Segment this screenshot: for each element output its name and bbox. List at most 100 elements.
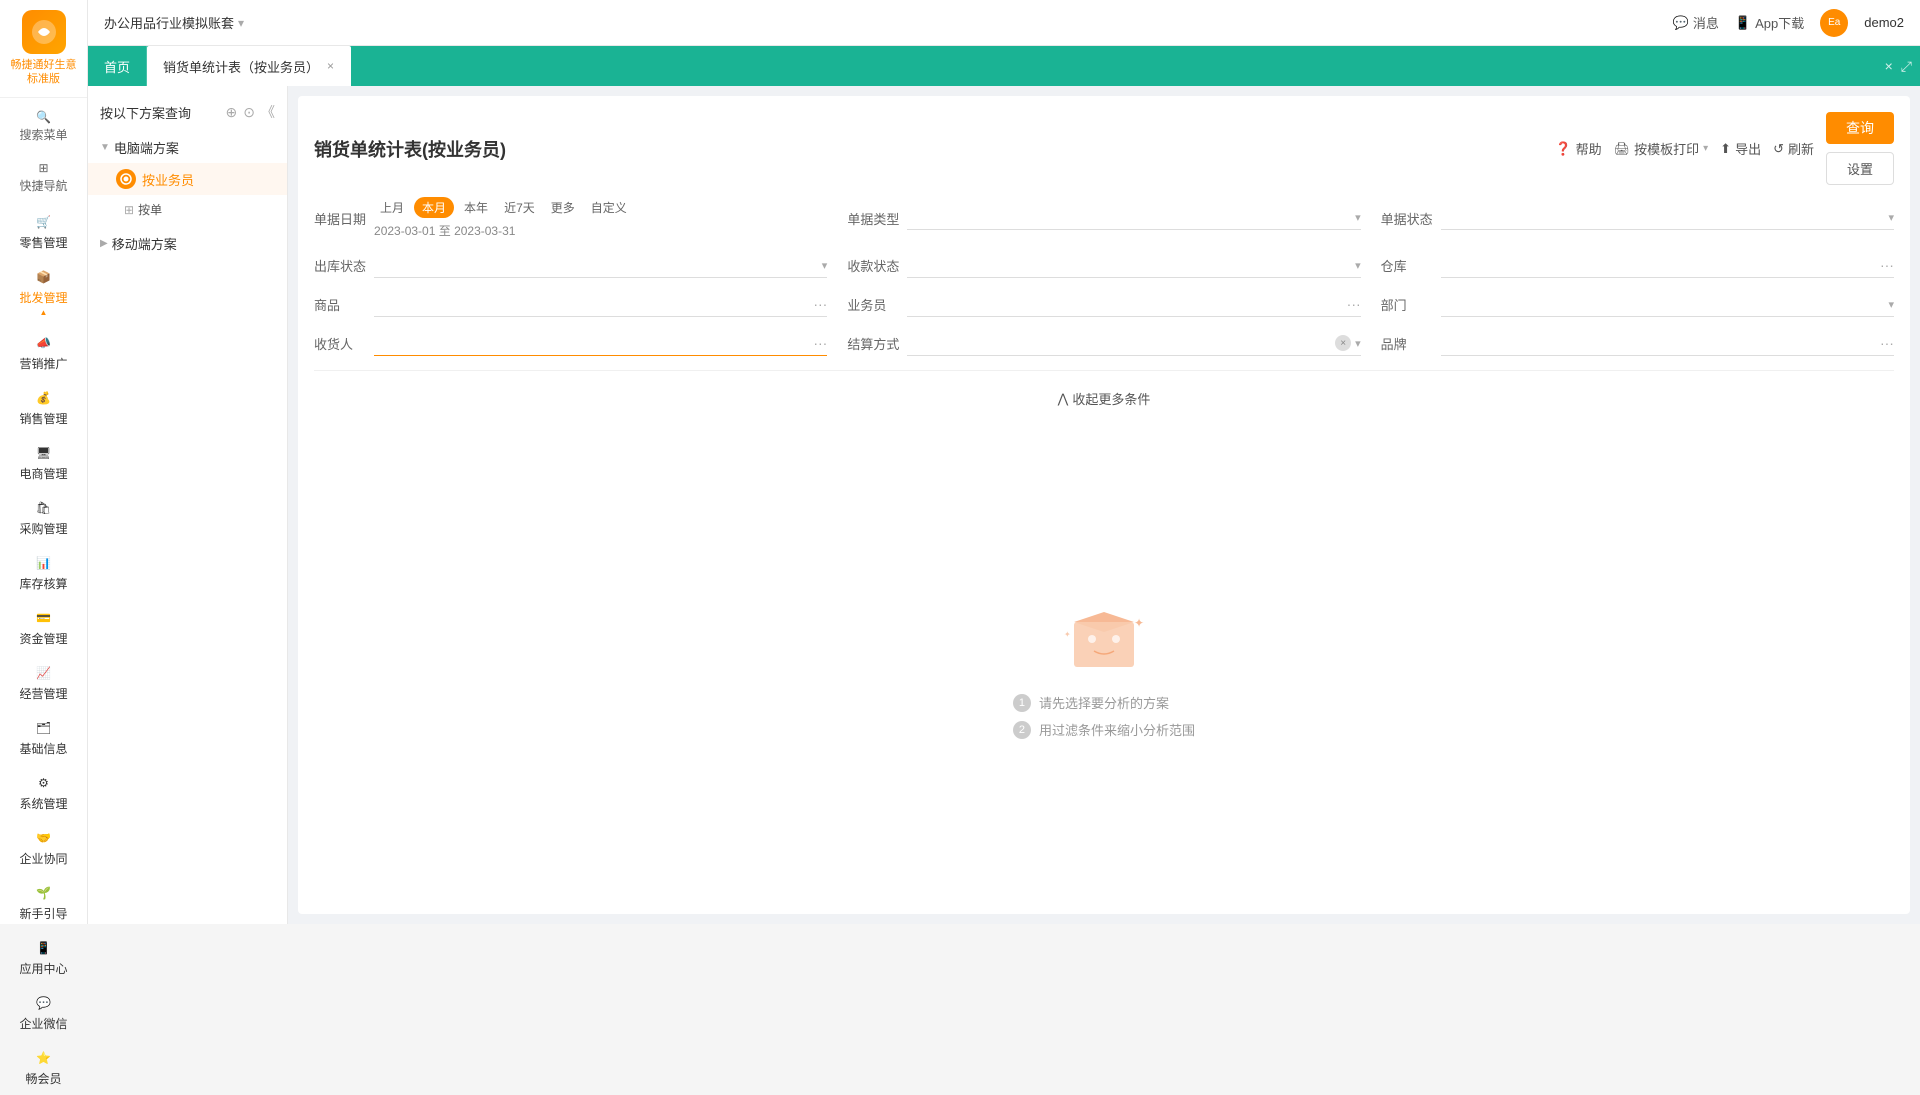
add-scheme-button[interactable]: ⊕ (226, 104, 238, 121)
download-icon: 📱 (1735, 15, 1751, 31)
type-input[interactable] (907, 210, 1351, 225)
salesperson-input-wrap[interactable]: ··· (907, 292, 1360, 317)
tab-sales-stats[interactable]: 销货单统计表（按业务员） × (147, 46, 351, 86)
help-button[interactable]: ❓ 帮助 (1555, 139, 1601, 158)
brand-dots[interactable]: ··· (1880, 335, 1894, 351)
out-label: 出库状态 (314, 256, 366, 275)
receipt-dropdown-icon: ▾ (1355, 259, 1361, 272)
user-avatar[interactable]: Ea (1820, 9, 1848, 37)
app-download-button[interactable]: 📱 App下载 (1735, 13, 1804, 32)
expand-tab-button[interactable]: ⤢ (1901, 58, 1912, 75)
sidebar-item-inventory[interactable]: 📊 库存核算 (0, 545, 87, 600)
sidebar-item-wechat[interactable]: 💬 企业微信 (0, 985, 87, 1040)
settlement-clear-button[interactable]: × (1335, 335, 1351, 351)
tab-close-button[interactable]: × (327, 59, 334, 73)
out-dropdown[interactable]: ▾ (374, 254, 827, 278)
status-dropdown[interactable]: ▾ (1441, 206, 1894, 230)
topbar-right: 💬 消息 📱 App下载 Ea demo2 (1673, 9, 1904, 37)
query-button[interactable]: 查询 (1826, 112, 1894, 144)
sidebar-item-vip[interactable]: ⭐ 畅会员 (0, 1040, 87, 1095)
settings-button[interactable]: 设置 (1826, 152, 1894, 185)
out-input[interactable] (374, 258, 818, 273)
sidebar-item-company[interactable]: 🤝 企业协同 (0, 820, 87, 875)
close-all-tabs-button[interactable]: × (1885, 58, 1893, 74)
collapse-bar[interactable]: ⋀ 收起更多条件 (314, 379, 1894, 418)
warehouse-input-wrap[interactable]: ··· (1441, 253, 1894, 278)
inventory-icon: 📊 (34, 553, 54, 573)
date-tab-custom[interactable]: 自定义 (585, 197, 633, 218)
settlement-input[interactable] (907, 336, 1331, 351)
goods-input-wrap[interactable]: ··· (374, 292, 827, 317)
username-label[interactable]: demo2 (1864, 15, 1904, 30)
brand-input-wrap[interactable]: ··· (1441, 331, 1894, 356)
sidebar-item-marketing[interactable]: 📣 营销推广 (0, 325, 87, 380)
search-icon: 🔍 (36, 110, 51, 124)
status-input[interactable] (1441, 210, 1885, 225)
sidebar: 畅捷通好生意 标准版 🔍 搜索菜单 ⊞ 快捷导航 🛒 零售管理 📦 批发管理 ▲… (0, 0, 88, 924)
refresh-button[interactable]: ↺ 刷新 (1773, 139, 1814, 158)
consignee-dots[interactable]: ··· (813, 335, 827, 351)
search-menu-button[interactable]: 🔍 搜索菜单 (6, 106, 81, 147)
settlement-dropdown[interactable]: × ▾ (907, 331, 1360, 356)
tree-parent-pc[interactable]: ▼ 电脑端方案 (88, 132, 287, 163)
receipt-input[interactable] (907, 258, 1351, 273)
page-actions: ❓ 帮助 🖨 按模板打印 ▾ ⬆ 导出 ↺ 刷新 (1555, 112, 1894, 185)
tree-child-by-salesperson[interactable]: 按业务员 (88, 163, 287, 195)
receipt-dropdown[interactable]: ▾ (907, 254, 1360, 278)
dept-dropdown[interactable]: ▾ (1441, 293, 1894, 317)
sidebar-item-newbie[interactable]: 🌱 新手引导 (0, 875, 87, 930)
warehouse-input[interactable] (1441, 258, 1876, 273)
topbar-title-dropdown[interactable]: 办公用品行业模拟账套 ▾ (104, 13, 244, 32)
tree-sub-by-order[interactable]: ⊞ 按单 (88, 195, 287, 224)
purchase-icon: 🛍 (34, 498, 54, 518)
message-button[interactable]: 💬 消息 (1673, 13, 1719, 32)
consignee-label: 收货人 (314, 334, 366, 353)
collapse-chevron-icon: ⋀ (1058, 391, 1069, 407)
date-tab-last-month[interactable]: 上月 (374, 197, 410, 218)
left-panel: 按以下方案查询 ⊕ ⊙ 《 ▼ 电脑端方案 按业务员 (88, 86, 288, 924)
tree-mobile-section[interactable]: ▶ 移动端方案 (88, 228, 287, 259)
sidebar-item-appstore[interactable]: 📱 应用中心 (0, 930, 87, 985)
dept-input[interactable] (1441, 297, 1885, 312)
filter-date: 单据日期 上月 本月 本年 近7天 更多 自定义 2023-03-01 至 20… (314, 197, 827, 239)
warehouse-dots[interactable]: ··· (1880, 257, 1894, 273)
tab-home[interactable]: 首页 (88, 46, 147, 86)
export-button[interactable]: ⬆ 导出 (1720, 139, 1761, 158)
settings-scheme-button[interactable]: ⊙ (243, 104, 255, 121)
date-tab-7days[interactable]: 近7天 (498, 197, 541, 218)
system-icon: ⚙ (34, 773, 54, 793)
date-tab-this-year[interactable]: 本年 (458, 197, 494, 218)
sidebar-item-retail[interactable]: 🛒 零售管理 (0, 204, 87, 259)
type-dropdown[interactable]: ▾ (907, 206, 1360, 230)
sidebar-item-wholesale[interactable]: 📦 批发管理 ▲ (0, 259, 87, 325)
consignee-input-wrap[interactable]: ··· (374, 331, 827, 356)
salesperson-dots[interactable]: ··· (1347, 296, 1361, 312)
print-dropdown-arrow: ▾ (1703, 143, 1708, 154)
expand-arrow: ▲ (40, 308, 48, 317)
sidebar-item-operations[interactable]: 📈 经营管理 (0, 655, 87, 710)
print-button[interactable]: 🖨 按模板打印 ▾ (1614, 139, 1709, 158)
settlement-label: 结算方式 (847, 334, 899, 353)
brand-input[interactable] (1441, 336, 1876, 351)
topbar-title: 办公用品行业模拟账套 (104, 13, 234, 32)
help-icon: ❓ (1555, 141, 1571, 157)
sidebar-item-ecommerce[interactable]: 🖥 电商管理 (0, 435, 87, 490)
sidebar-item-system[interactable]: ⚙ 系统管理 (0, 765, 87, 820)
page-title-text: 销货单统计表(按业务员) (314, 136, 506, 162)
goods-input[interactable] (374, 297, 809, 312)
sidebar-item-base[interactable]: 🗂 基础信息 (0, 710, 87, 765)
salesperson-input[interactable] (907, 297, 1342, 312)
topbar-left: 办公用品行业模拟账套 ▾ (104, 13, 244, 32)
date-tab-this-month[interactable]: 本月 (414, 197, 454, 218)
sidebar-item-finance[interactable]: 💳 资金管理 (0, 600, 87, 655)
filter-brand: 品牌 ··· (1381, 331, 1894, 356)
sidebar-item-purchase[interactable]: 🛍 采购管理 (0, 490, 87, 545)
consignee-input[interactable] (374, 336, 809, 351)
date-tab-more[interactable]: 更多 (545, 197, 581, 218)
collapse-panel-button[interactable]: 《 (261, 102, 275, 122)
goods-dots[interactable]: ··· (813, 296, 827, 312)
company-icon: 🤝 (34, 828, 54, 848)
salesperson-label: 业务员 (847, 295, 899, 314)
sidebar-item-sales[interactable]: 💰 销售管理 (0, 380, 87, 435)
quick-nav-button[interactable]: ⊞ 快捷导航 (0, 155, 87, 200)
